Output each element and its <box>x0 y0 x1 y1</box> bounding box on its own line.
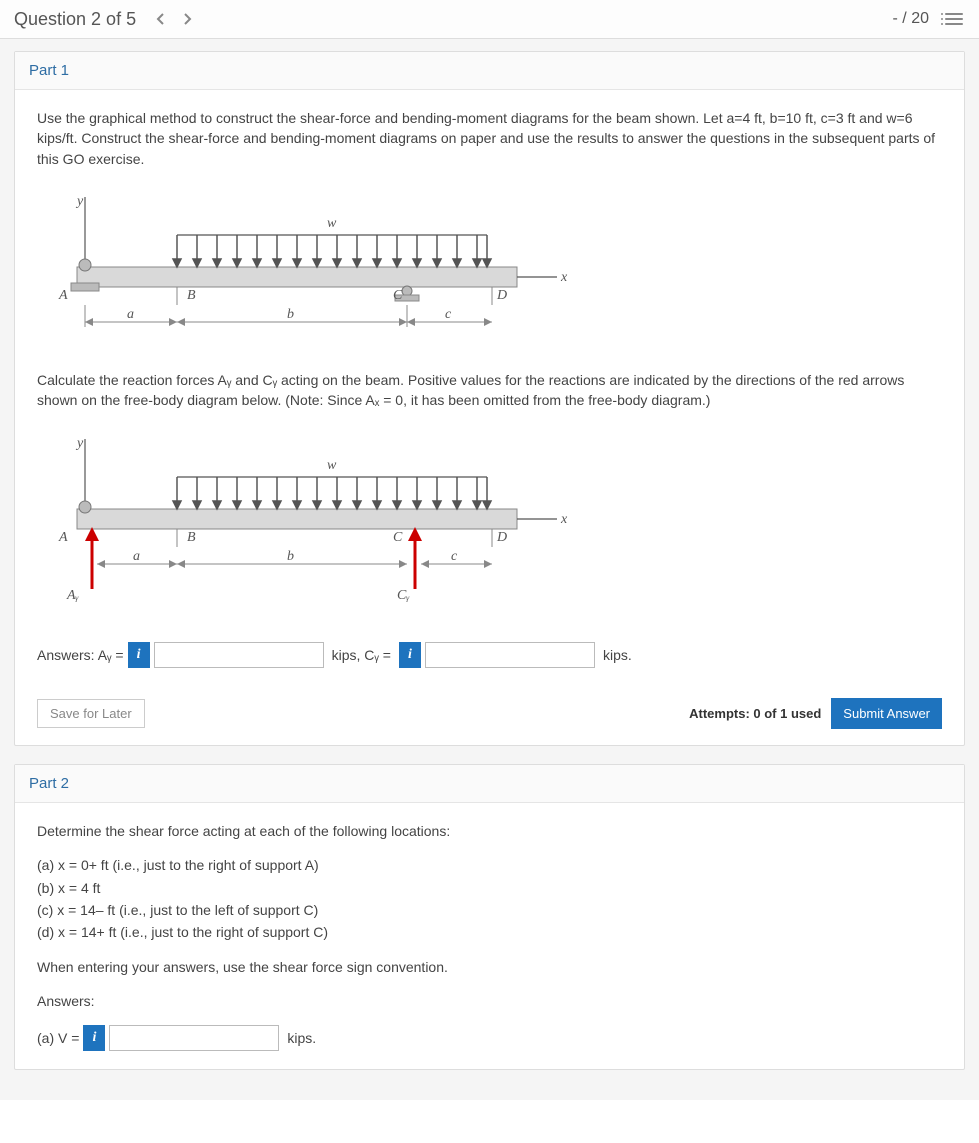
next-question-button[interactable] <box>176 8 198 30</box>
part2-answer-a-row: (a) V = i kips. <box>37 1025 942 1051</box>
list-menu-icon[interactable] <box>943 8 965 30</box>
row-a-label: (a) V = <box>37 1028 79 1048</box>
svg-text:A: A <box>58 530 68 545</box>
part1-intro: Use the graphical method to construct th… <box>37 108 942 169</box>
svg-text:b: b <box>287 549 294 564</box>
part2-card: Part 2 Determine the shear force acting … <box>14 764 965 1070</box>
part1-calc: Calculate the reaction forces Aᵧ and Cᵧ … <box>37 370 942 411</box>
loc-b: (b) x = 4 ft <box>37 878 942 898</box>
loc-c: (c) x = 14– ft (i.e., just to the left o… <box>37 900 942 920</box>
svg-text:B: B <box>187 530 196 545</box>
chevron-left-icon <box>156 13 166 25</box>
part2-locations: (a) x = 0+ ft (i.e., just to the right o… <box>37 855 942 942</box>
svg-text:x: x <box>560 270 568 285</box>
svg-text:Aᵧ: Aᵧ <box>66 588 80 603</box>
svg-text:y: y <box>75 436 84 451</box>
part1-header: Part 1 <box>15 52 964 90</box>
svg-text:D: D <box>496 530 507 545</box>
score-display: - / 20 <box>893 10 929 28</box>
question-title: Question 2 of 5 <box>14 9 136 30</box>
svg-text:C: C <box>393 530 403 545</box>
svg-text:x: x <box>560 512 568 527</box>
submit-answer-button[interactable]: Submit Answer <box>831 698 942 729</box>
cy-input[interactable] <box>425 642 595 668</box>
chevron-right-icon <box>182 13 192 25</box>
attempts-text: Attempts: 0 of 1 used <box>689 706 821 721</box>
loc-d: (d) x = 14+ ft (i.e., just to the right … <box>37 922 942 942</box>
svg-text:B: B <box>187 288 196 303</box>
unit-kips: kips. <box>287 1028 316 1048</box>
svg-text:a: a <box>133 549 140 564</box>
svg-text:c: c <box>451 549 458 564</box>
unit-kips-cy: kips, Cᵧ = <box>332 645 391 665</box>
part1-footer: Save for Later Attempts: 0 of 1 used Sub… <box>15 686 964 745</box>
part2-answers-label: Answers: <box>37 991 942 1011</box>
part2-header: Part 2 <box>15 765 964 803</box>
beam-diagram-1: y w <box>37 187 942 352</box>
svg-text:C: C <box>393 288 403 303</box>
v-a-input[interactable] <box>109 1025 279 1051</box>
info-icon[interactable]: i <box>399 642 421 668</box>
info-icon[interactable]: i <box>128 642 150 668</box>
question-header: Question 2 of 5 - / 20 <box>0 0 979 39</box>
unit-kips: kips. <box>603 645 632 665</box>
svg-text:A: A <box>58 288 68 303</box>
prev-question-button[interactable] <box>150 8 172 30</box>
loc-a: (a) x = 0+ ft (i.e., just to the right o… <box>37 855 942 875</box>
svg-text:c: c <box>445 307 452 322</box>
svg-text:a: a <box>127 307 134 322</box>
nav-chevrons <box>150 8 198 30</box>
answers-ay-label: Answers: Aᵧ = <box>37 645 124 665</box>
part1-card: Part 1 Use the graphical method to const… <box>14 51 965 746</box>
save-for-later-button[interactable]: Save for Later <box>37 699 145 728</box>
beam-diagram-2: y w <box>37 429 942 624</box>
svg-text:y: y <box>75 194 84 209</box>
svg-text:w: w <box>327 458 337 473</box>
svg-text:w: w <box>327 216 337 231</box>
svg-text:b: b <box>287 307 294 322</box>
svg-text:Cᵧ: Cᵧ <box>397 588 410 603</box>
part1-answers-row: Answers: Aᵧ = i kips, Cᵧ = i kips. <box>37 642 942 668</box>
svg-text:D: D <box>496 288 507 303</box>
part2-intro: Determine the shear force acting at each… <box>37 821 942 841</box>
ay-input[interactable] <box>154 642 324 668</box>
info-icon[interactable]: i <box>83 1025 105 1051</box>
part2-convention: When entering your answers, use the shea… <box>37 957 942 977</box>
